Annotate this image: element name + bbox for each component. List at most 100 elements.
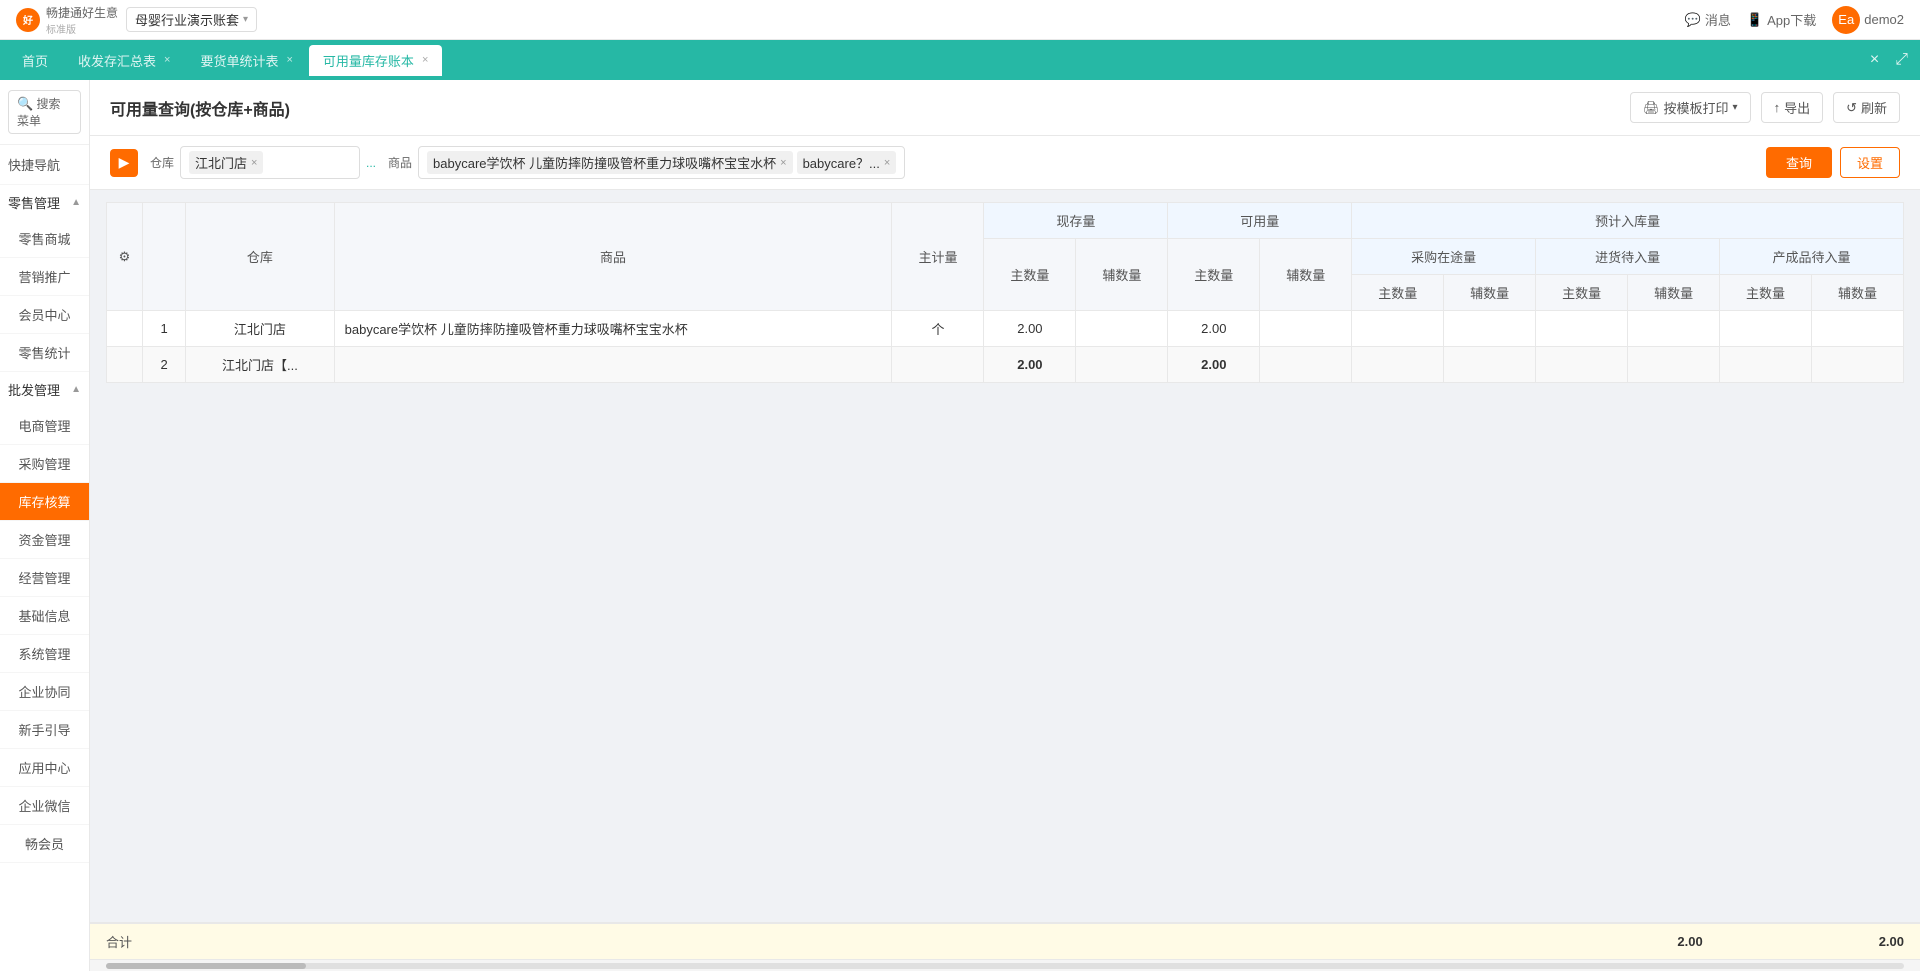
row-incoming-main-2 <box>1536 347 1628 383</box>
stock-group-header: 现存量 <box>984 203 1168 239</box>
tab-home-label: 首页 <box>22 51 48 70</box>
sidebar-item-inventory[interactable]: 库存核算 <box>0 483 89 521</box>
tab-close-icon[interactable]: × <box>164 54 170 66</box>
scrollbar-thumb[interactable] <box>106 963 306 969</box>
row-settings-2 <box>107 347 143 383</box>
logo-icon: 好 <box>16 8 40 32</box>
settings-col-header: ⚙ <box>107 203 143 311</box>
expand-btn[interactable]: ⤢ <box>1891 47 1912 73</box>
close-all-tabs-btn[interactable]: × <box>1866 47 1883 73</box>
warehouse-tag-close[interactable]: × <box>251 157 257 169</box>
row-produce-main-1 <box>1720 311 1812 347</box>
product-tag-2-close[interactable]: × <box>884 157 890 169</box>
industry-label: 母婴行业演示账套 <box>135 10 239 29</box>
tab-close-icon[interactable]: × <box>422 54 428 66</box>
produce-group-header: 产成品待入量 <box>1720 239 1904 275</box>
search-icon: 🔍 <box>17 96 33 111</box>
row-stock-sub-1 <box>1076 311 1168 347</box>
sidebar-item-quick-nav[interactable]: 快捷导航 <box>0 145 89 185</box>
incoming-main-header: 主数量 <box>1536 275 1628 311</box>
refresh-btn[interactable]: ↺ 刷新 <box>1833 92 1900 123</box>
row-avail-main-2: 2.00 <box>1168 347 1260 383</box>
row-incoming-sub-2 <box>1628 347 1720 383</box>
avail-main-header: 主数量 <box>1168 239 1260 311</box>
purchase-sub-header: 辅数量 <box>1444 275 1536 311</box>
sidebar-item-enterprise-wechat[interactable]: 企业微信 <box>0 787 89 825</box>
row-num-header <box>143 203 186 311</box>
produce-main-header: 主数量 <box>1720 275 1812 311</box>
sidebar-item-marketing[interactable]: 营销推广 <box>0 258 89 296</box>
row-incoming-sub-1 <box>1628 311 1720 347</box>
export-label: 导出 <box>1784 98 1810 117</box>
sidebar-item-newbie-guide[interactable]: 新手引导 <box>0 711 89 749</box>
message-btn[interactable]: 💬 消息 <box>1685 10 1731 29</box>
row-incoming-main-1 <box>1536 311 1628 347</box>
print-template-btn[interactable]: 🖨 按模板打印 ▾ <box>1630 92 1751 123</box>
tab-inventory-summary[interactable]: 收发存汇总表 × <box>64 45 184 76</box>
sidebar-item-member-center[interactable]: 会员中心 <box>0 296 89 334</box>
search-menu-btn[interactable]: 🔍 搜索菜单 <box>8 90 81 134</box>
product-tag-1-close[interactable]: × <box>780 157 786 169</box>
product-tag-1-label: babycare学饮杯 儿童防摔防撞吸管杯重力球吸嘴杯宝宝水杯 <box>433 153 776 172</box>
sidebar-item-enterprise-collab[interactable]: 企业协同 <box>0 673 89 711</box>
settings-btn[interactable]: 设置 <box>1840 147 1900 178</box>
sidebar-item-ecommerce[interactable]: 电商管理 <box>0 407 89 445</box>
warehouse-filter: 仓库 江北门店 × ... <box>150 146 376 179</box>
sidebar-item-member[interactable]: 畅会员 <box>0 825 89 863</box>
sidebar-search: 🔍 搜索菜单 <box>0 80 89 145</box>
incoming-sub-header: 辅数量 <box>1628 275 1720 311</box>
filter-actions: 查询 设置 <box>1766 147 1900 178</box>
sidebar: 🔍 搜索菜单 快捷导航 零售管理 ▲ 零售商城 营销推广 会员中心 零售统计 批… <box>0 80 90 971</box>
warehouse-input[interactable]: 江北门店 × <box>180 146 360 179</box>
sidebar-section-retail[interactable]: 零售管理 ▲ <box>0 185 89 220</box>
tab-order-stats[interactable]: 要货单统计表 × <box>186 45 306 76</box>
stock-sub-header: 辅数量 <box>1076 239 1168 311</box>
product-input[interactable]: babycare学饮杯 儿童防摔防撞吸管杯重力球吸嘴杯宝宝水杯 × babyca… <box>418 146 905 179</box>
sidebar-item-retail-stats[interactable]: 零售统计 <box>0 334 89 372</box>
stock-main-header: 主数量 <box>984 239 1076 311</box>
sidebar-item-retail-mall[interactable]: 零售商城 <box>0 220 89 258</box>
user-profile[interactable]: Ea demo2 <box>1832 6 1904 34</box>
settings-icon[interactable]: ⚙ <box>119 249 131 264</box>
table-footer: 合计 2.00 2.00 <box>90 922 1920 959</box>
tab-close-icon[interactable]: × <box>286 54 292 66</box>
sidebar-item-purchase[interactable]: 采购管理 <box>0 445 89 483</box>
nav-tabs: 首页 收发存汇总表 × 要货单统计表 × 可用量库存账本 × × ⤢ <box>0 40 1920 80</box>
row-unit-2 <box>892 347 984 383</box>
avail-sub-header: 辅数量 <box>1260 239 1352 311</box>
tab-home[interactable]: 首页 <box>8 45 62 76</box>
app-download-btn[interactable]: 📱 App下载 <box>1747 10 1816 29</box>
sidebar-item-basic-info[interactable]: 基础信息 <box>0 597 89 635</box>
row-stock-main-1: 2.00 <box>984 311 1076 347</box>
row-warehouse-1: 江北门店 <box>186 311 334 347</box>
sidebar-section-wholesale[interactable]: 批发管理 ▲ <box>0 372 89 407</box>
page-header-actions: 🖨 按模板打印 ▾ ↑ 导出 ↺ 刷新 <box>1630 92 1900 123</box>
available-group-header: 可用量 <box>1168 203 1352 239</box>
tab-available-qty[interactable]: 可用量库存账本 × <box>309 45 442 76</box>
export-btn[interactable]: ↑ 导出 <box>1761 92 1824 123</box>
warehouse-more-btn[interactable]: ... <box>366 156 376 170</box>
sidebar-item-system[interactable]: 系统管理 <box>0 635 89 673</box>
chevron-down-icon: ▾ <box>243 14 248 25</box>
data-table: ⚙ 仓库 商品 主计量 现存量 <box>106 202 1904 383</box>
top-bar: 好 畅捷通好生意 标准版 母婴行业演示账套 ▾ 💬 消息 📱 App下载 Ea … <box>0 0 1920 40</box>
content-area: 可用量查询(按仓库+商品) 🖨 按模板打印 ▾ ↑ 导出 ↺ 刷新 <box>90 80 1920 971</box>
page-header: 可用量查询(按仓库+商品) 🖨 按模板打印 ▾ ↑ 导出 ↺ 刷新 <box>90 80 1920 136</box>
refresh-icon: ↺ <box>1846 100 1857 116</box>
sidebar-item-operation[interactable]: 经营管理 <box>0 559 89 597</box>
query-btn[interactable]: 查询 <box>1766 147 1832 178</box>
tab-order-stats-label: 要货单统计表 <box>200 51 278 70</box>
table-area: ⚙ 仓库 商品 主计量 现存量 <box>90 190 1920 922</box>
app-download-label: App下载 <box>1767 10 1816 29</box>
tab-available-qty-label: 可用量库存账本 <box>323 51 414 70</box>
arrow-right-icon: ▶ <box>119 154 130 171</box>
produce-sub-header: 辅数量 <box>1812 275 1904 311</box>
row-purchase-main-1 <box>1352 311 1444 347</box>
filter-toggle-btn[interactable]: ▶ <box>110 149 138 177</box>
footer-avail-main: 2.00 <box>1879 934 1904 949</box>
sidebar-item-app-center[interactable]: 应用中心 <box>0 749 89 787</box>
industry-selector[interactable]: 母婴行业演示账套 ▾ <box>126 7 257 32</box>
sidebar-item-finance[interactable]: 资金管理 <box>0 521 89 559</box>
scrollbar-track[interactable] <box>106 963 1904 969</box>
warehouse-tag: 江北门店 × <box>189 151 263 174</box>
